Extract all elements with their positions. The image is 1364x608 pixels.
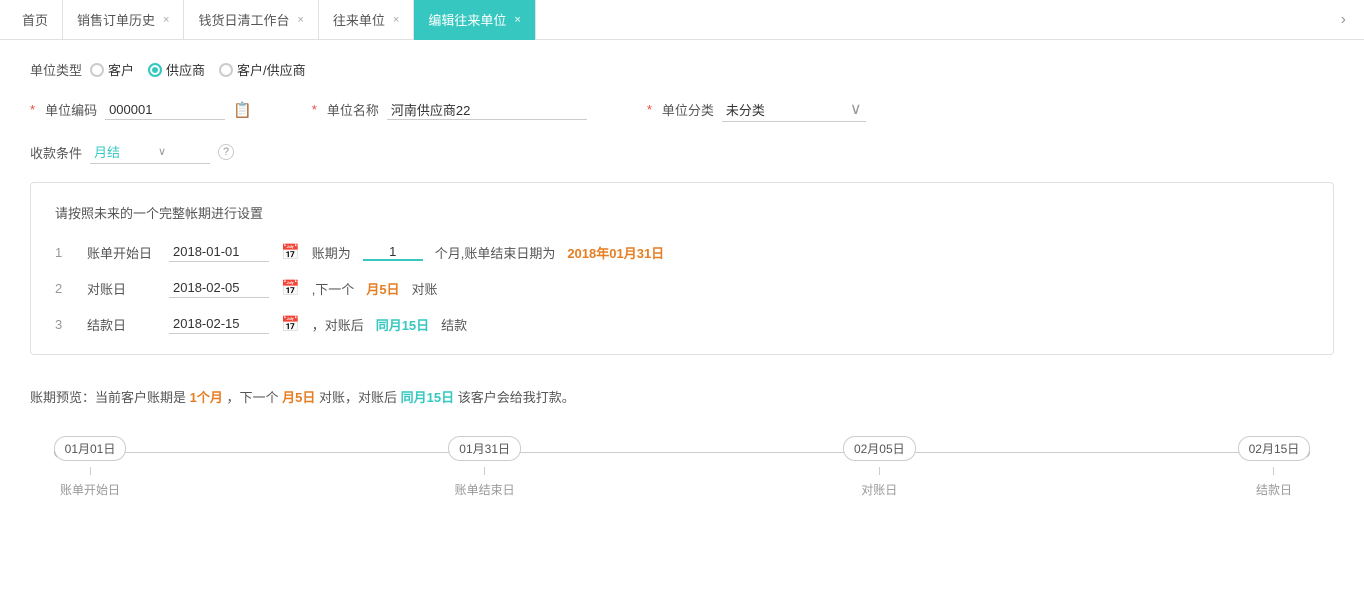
tab-bar: 首页 销售订单历史 × 钱货日清工作台 × 往来单位 × 编辑往来单位 × › [0, 0, 1364, 40]
row-3-highlight: 同月15日 [376, 315, 429, 334]
setting-row-1: 1 账单开始日 📅 账期为 个月,账单结束日期为 2018年01月31日 [55, 242, 1309, 262]
setting-box: 请按照未来的一个完整帐期进行设置 1 账单开始日 📅 账期为 个月,账单结束日期… [30, 182, 1334, 355]
timeline-desc-4: 结款日 [1256, 481, 1292, 498]
preview-part2: 月5日 [282, 390, 315, 405]
radio-both-circle [219, 63, 233, 77]
timeline-item-4: 02月15日 结款日 [1234, 436, 1314, 498]
payment-terms-group: 收款条件 月结 ∨ ? [30, 140, 234, 164]
unit-category-group: * 单位分类 未分类 ∨ [647, 97, 866, 122]
unit-name-group: * 单位名称 [312, 100, 587, 120]
preview-section: 账期预览：当前客户账期是 1个月 ，下一个 月5日 对账，对账后 同月15日 该… [30, 371, 1334, 516]
radio-customer[interactable]: 客户 [90, 60, 134, 79]
tab-sales-history[interactable]: 销售订单历史 × [63, 0, 184, 40]
tab-cash-work-close[interactable]: × [297, 14, 303, 26]
row-num-1: 1 [55, 245, 75, 260]
row-num-2: 2 [55, 281, 75, 296]
timeline-label-2: 01月31日 [448, 436, 521, 461]
preview-sep2: 对账，对账后 [319, 390, 397, 405]
timeline-desc-1: 账单开始日 [60, 481, 120, 498]
preview-part3: 同月15日 [401, 390, 454, 405]
row-field-1: 账单开始日 [87, 243, 157, 262]
radio-both[interactable]: 客户/供应商 [219, 60, 306, 79]
timeline-items: 01月01日 账单开始日 01月31日 账单结束日 02月05日 对账日 02月… [50, 436, 1314, 498]
billing-period-input[interactable] [363, 244, 423, 261]
unit-name-input[interactable] [387, 100, 587, 120]
unit-category-dropdown-icon: ∨ [850, 99, 862, 119]
unit-type-group: 单位类型 客户 供应商 客户/供应商 [30, 60, 306, 79]
setting-row-3: 3 结款日 📅 ，对账后 同月15日 结款 [55, 314, 1309, 334]
timeline-desc-3: 对账日 [861, 481, 897, 498]
reconcile-date-calendar-icon[interactable]: 📅 [281, 279, 300, 297]
unit-code-input[interactable] [105, 100, 225, 120]
payment-terms-select[interactable]: 月结 ∨ [90, 140, 210, 164]
payment-date-input[interactable] [169, 314, 269, 334]
row-1-highlight: 2018年01月31日 [567, 243, 664, 262]
unit-category-value: 未分类 [726, 100, 846, 119]
row-1-suffix: 个月,账单结束日期为 [435, 243, 556, 262]
start-date-input[interactable] [169, 242, 269, 262]
preview-sep1: ，下一个 [227, 390, 279, 405]
payment-terms-row: 收款条件 月结 ∨ ? [30, 140, 1334, 164]
unit-category-label: 单位分类 [662, 100, 714, 119]
reconcile-date-input[interactable] [169, 278, 269, 298]
tab-partner-units-close[interactable]: × [393, 14, 399, 26]
start-date-calendar-icon[interactable]: 📅 [281, 243, 300, 261]
preview-label: 账期预览：当前客户账期是 [30, 390, 186, 405]
row-1-mid-text: 账期为 [312, 243, 351, 262]
preview-suffix: 该客户会给我打款。 [458, 390, 575, 405]
timeline-label-4: 02月15日 [1238, 436, 1311, 461]
timeline-item-3: 02月05日 对账日 [839, 436, 919, 498]
row-2-highlight: 月5日 [366, 279, 399, 298]
unit-type-label: 单位类型 [30, 60, 82, 79]
unit-category-select[interactable]: 未分类 ∨ [722, 97, 866, 122]
unit-code-group: * 单位编码 📋 [30, 100, 252, 120]
payment-date-calendar-icon[interactable]: 📅 [281, 315, 300, 333]
radio-supplier[interactable]: 供应商 [148, 60, 205, 79]
row-3-suffix: 结款 [441, 315, 467, 334]
row-field-3: 结款日 [87, 315, 157, 334]
payment-terms-value: 月结 [94, 142, 154, 161]
row-2-suffix: 对账 [412, 279, 438, 298]
setting-box-title: 请按照未来的一个完整帐期进行设置 [55, 203, 1309, 222]
tab-partner-units[interactable]: 往来单位 × [319, 0, 414, 40]
setting-rows: 1 账单开始日 📅 账期为 个月,账单结束日期为 2018年01月31日 2 对… [55, 242, 1309, 334]
payment-terms-label: 收款条件 [30, 143, 82, 162]
main-content: 单位类型 客户 供应商 客户/供应商 * 单位编码 [0, 40, 1364, 608]
row-2-prefix: ,下一个 [312, 279, 355, 298]
tab-edit-partner[interactable]: 编辑往来单位 × [414, 0, 535, 40]
tab-edit-partner-close[interactable]: × [514, 14, 520, 26]
timeline-item-1: 01月01日 账单开始日 [50, 436, 130, 498]
tab-expand-icon[interactable]: › [1331, 11, 1356, 29]
unit-code-icon[interactable]: 📋 [233, 101, 252, 119]
setting-row-2: 2 对账日 📅 ,下一个 月5日 对账 [55, 278, 1309, 298]
timeline-label-1: 01月01日 [54, 436, 127, 461]
radio-customer-circle [90, 63, 104, 77]
row-field-2: 对账日 [87, 279, 157, 298]
unit-name-label: 单位名称 [327, 100, 379, 119]
payment-terms-help-icon[interactable]: ? [218, 144, 234, 160]
tab-home[interactable]: 首页 [8, 0, 63, 40]
tab-cash-work[interactable]: 钱货日清工作台 × [184, 0, 318, 40]
timeline-desc-2: 账单结束日 [455, 481, 515, 498]
tab-sales-history-close[interactable]: × [163, 14, 169, 26]
row-3-prefix: ，对账后 [312, 315, 364, 334]
timeline-label-3: 02月05日 [843, 436, 916, 461]
preview-text: 账期预览：当前客户账期是 1个月 ，下一个 月5日 对账，对账后 同月15日 该… [30, 387, 1334, 406]
unit-type-radios: 客户 供应商 客户/供应商 [90, 60, 306, 79]
payment-terms-arrow: ∨ [158, 145, 166, 158]
preview-part1: 1个月 [190, 390, 223, 405]
unit-type-row: 单位类型 客户 供应商 客户/供应商 [30, 60, 1334, 79]
unit-info-row: * 单位编码 📋 * 单位名称 * 单位分类 未分类 ∨ [30, 97, 1334, 122]
timeline-container: 01月01日 账单开始日 01月31日 账单结束日 02月05日 对账日 02月… [30, 426, 1334, 508]
radio-supplier-circle [148, 63, 162, 77]
timeline-item-2: 01月31日 账单结束日 [445, 436, 525, 498]
row-num-3: 3 [55, 317, 75, 332]
unit-code-label: 单位编码 [45, 100, 97, 119]
